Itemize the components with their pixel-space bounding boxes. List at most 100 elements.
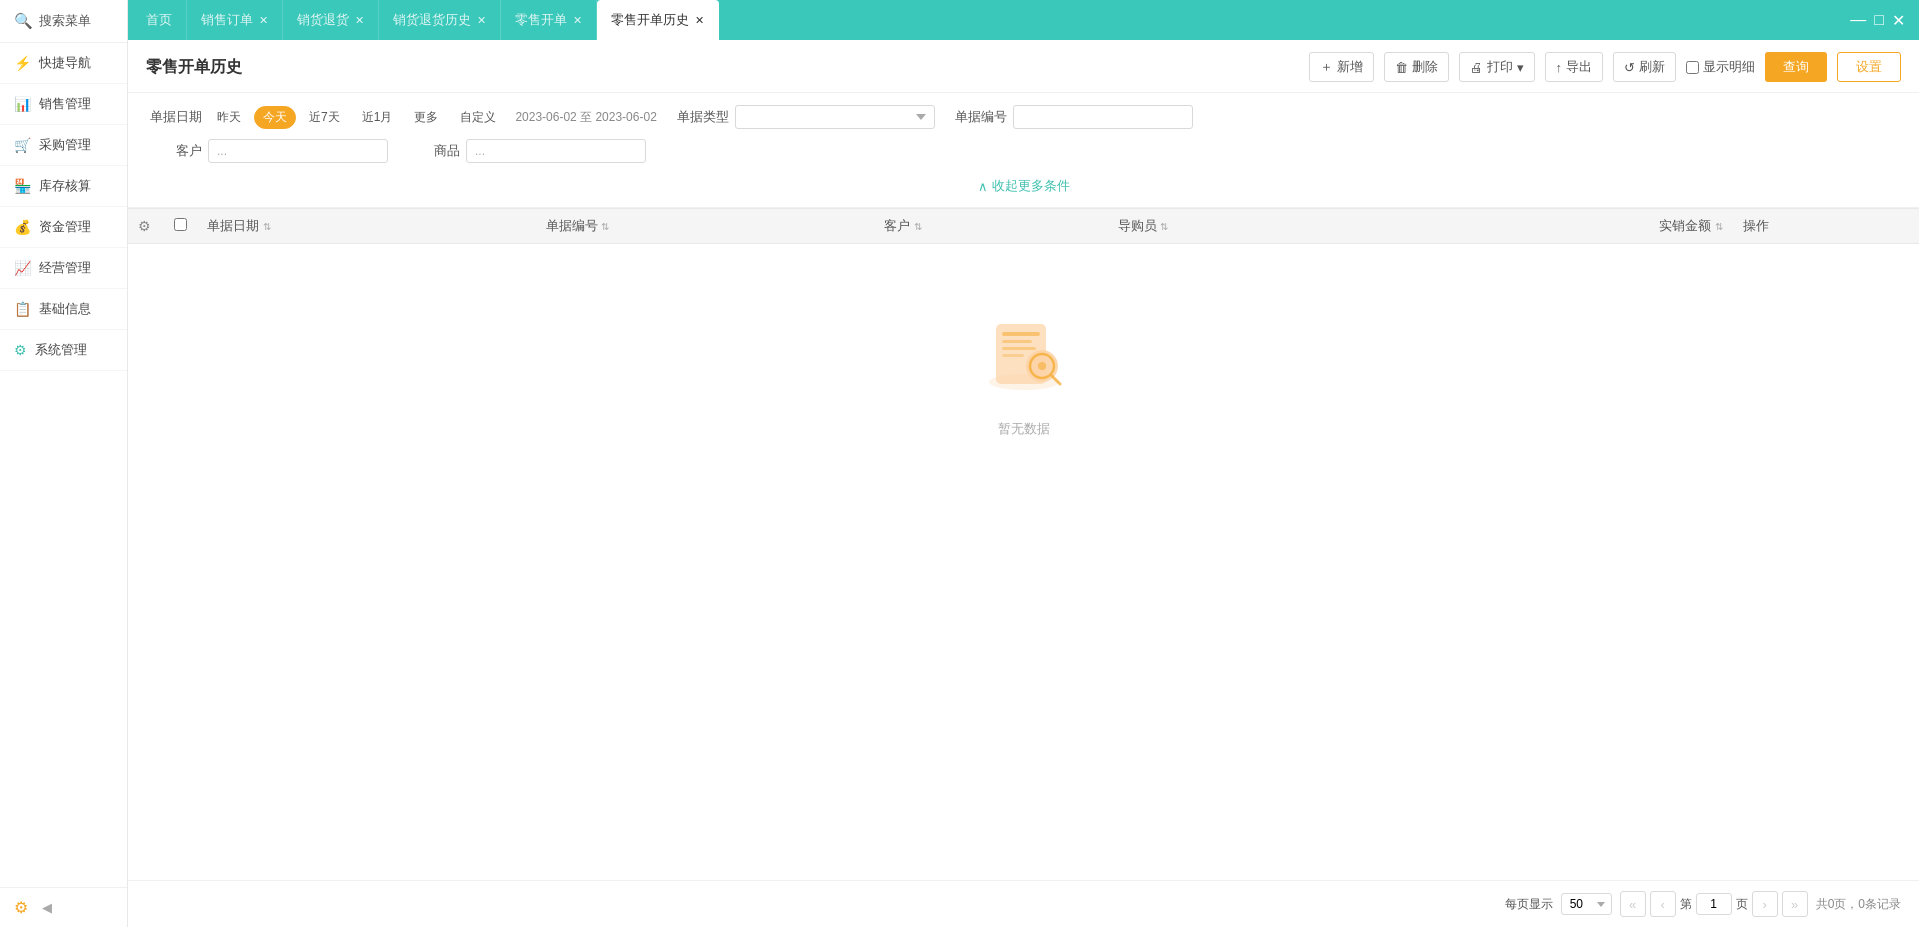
window-close-icon[interactable]: ✕ xyxy=(1892,11,1905,30)
tabs-bar: 首页 销售订单 ✕ 销货退货 ✕ 销货退货历史 ✕ 零售开单 ✕ 零售开单历史 … xyxy=(128,0,1919,40)
last-page-icon: » xyxy=(1791,897,1798,912)
empty-icon xyxy=(974,304,1074,404)
new-button[interactable]: ＋ 新增 xyxy=(1309,52,1374,82)
per-page-select[interactable]: 50 20 100 200 xyxy=(1561,893,1612,915)
th-action-label: 操作 xyxy=(1743,218,1769,233)
main-area: 首页 销售订单 ✕ 销货退货 ✕ 销货退货历史 ✕ 零售开单 ✕ 零售开单历史 … xyxy=(128,0,1919,927)
zijin-icon: 💰 xyxy=(14,219,31,235)
sidebar-item-label: 采购管理 xyxy=(39,136,91,154)
type-filter-field: 单据类型 xyxy=(673,105,935,129)
empty-state: 暂无数据 xyxy=(128,244,1919,478)
next-page-button[interactable]: › xyxy=(1752,891,1778,917)
filter-row-2: 客户 ... 商品 ... xyxy=(146,139,1901,163)
display-detail-checkbox[interactable] xyxy=(1686,61,1699,74)
refresh-button[interactable]: ↺ 刷新 xyxy=(1613,52,1676,82)
tab-retail-open-history-close[interactable]: ✕ xyxy=(695,14,704,27)
tab-sales-return[interactable]: 销货退货 ✕ xyxy=(283,0,379,40)
sidebar-item-xiaoshou[interactable]: 📊 销售管理 xyxy=(0,84,127,125)
th-action: 操作 xyxy=(1733,209,1919,244)
tab-sales-order[interactable]: 销售订单 ✕ xyxy=(187,0,283,40)
tab-sales-order-close[interactable]: ✕ xyxy=(259,14,268,27)
sidebar-item-jichu[interactable]: 📋 基础信息 xyxy=(0,289,127,330)
tab-sales-return-history-label: 销货退货历史 xyxy=(393,11,471,29)
tab-sales-return-close[interactable]: ✕ xyxy=(355,14,364,27)
sidebar: 🔍 搜索菜单 ⚡ 快捷导航 📊 销售管理 🛒 采购管理 🏪 库存核算 💰 资金管… xyxy=(0,0,128,927)
last-page-button[interactable]: » xyxy=(1782,891,1808,917)
goods-filter-more[interactable]: ... xyxy=(466,139,646,163)
date-btn-custom[interactable]: 自定义 xyxy=(451,106,505,129)
th-amount[interactable]: 实销金额 xyxy=(1394,209,1733,244)
xitong-icon: ⚙ xyxy=(14,342,27,358)
svg-point-9 xyxy=(1038,362,1046,370)
first-page-icon: « xyxy=(1629,897,1636,912)
display-detail-label: 显示明细 xyxy=(1703,58,1755,76)
sidebar-item-label: 资金管理 xyxy=(39,218,91,236)
customer-filter-more[interactable]: ... xyxy=(208,139,388,163)
tab-home[interactable]: 首页 xyxy=(132,0,187,40)
print-icon: 🖨 xyxy=(1470,60,1483,75)
sidebar-nav: ⚡ 快捷导航 📊 销售管理 🛒 采购管理 🏪 库存核算 💰 资金管理 📈 经营管… xyxy=(0,43,127,887)
sidebar-item-zijin[interactable]: 💰 资金管理 xyxy=(0,207,127,248)
sidebar-item-jingying[interactable]: 📈 经营管理 xyxy=(0,248,127,289)
column-settings-icon[interactable]: ⚙ xyxy=(138,218,151,234)
tab-sales-return-history-close[interactable]: ✕ xyxy=(477,14,486,27)
caigou-icon: 🛒 xyxy=(14,137,31,153)
tab-retail-open-close[interactable]: ✕ xyxy=(573,14,582,27)
collapse-button[interactable]: ∧ 收起更多条件 xyxy=(978,177,1070,195)
table-area: ⚙ 单据日期 单据编号 客户 xyxy=(128,208,1919,880)
select-all-checkbox[interactable] xyxy=(174,218,187,231)
kuaijie-icon: ⚡ xyxy=(14,55,31,71)
delete-button[interactable]: 🗑 删除 xyxy=(1384,52,1449,82)
prev-page-button[interactable]: ‹ xyxy=(1650,891,1676,917)
page-input[interactable] xyxy=(1696,893,1732,915)
date-filter-field: 单据日期 昨天 今天 近7天 近1月 更多 自定义 2023-06-02 至 2… xyxy=(146,106,657,129)
number-filter-input[interactable] xyxy=(1013,105,1193,129)
sidebar-item-kucun[interactable]: 🏪 库存核算 xyxy=(0,166,127,207)
type-filter-select[interactable] xyxy=(735,105,935,129)
tab-retail-open-history-label: 零售开单历史 xyxy=(611,11,689,29)
query-button[interactable]: 查询 xyxy=(1765,52,1827,82)
sidebar-item-xitong[interactable]: ⚙ 系统管理 xyxy=(0,330,127,371)
display-detail-checkbox-label[interactable]: 显示明细 xyxy=(1686,58,1755,76)
th-salesperson[interactable]: 导购员 xyxy=(1108,209,1394,244)
th-salesperson-label: 导购员 xyxy=(1118,218,1157,233)
print-button[interactable]: 🖨 打印 ▾ xyxy=(1459,52,1535,82)
sidebar-search[interactable]: 🔍 搜索菜单 xyxy=(0,0,127,43)
sidebar-item-label: 销售管理 xyxy=(39,95,91,113)
export-icon: ↑ xyxy=(1556,60,1563,75)
date-btn-yesterday[interactable]: 昨天 xyxy=(208,106,250,129)
customer-filter-field: 客户 ... xyxy=(146,139,388,163)
filter-row-1: 单据日期 昨天 今天 近7天 近1月 更多 自定义 2023-06-02 至 2… xyxy=(146,105,1901,129)
sidebar-item-caigou[interactable]: 🛒 采购管理 xyxy=(0,125,127,166)
settings-button[interactable]: 设置 xyxy=(1837,52,1901,82)
tabs-right-controls: — □ ✕ xyxy=(1850,11,1915,30)
date-btn-more[interactable]: 更多 xyxy=(405,106,447,129)
date-btn-1month[interactable]: 近1月 xyxy=(353,106,402,129)
window-maximize-icon[interactable]: □ xyxy=(1874,11,1884,29)
tab-sales-return-label: 销货退货 xyxy=(297,11,349,29)
type-filter-label: 单据类型 xyxy=(673,108,729,126)
window-minimize-icon[interactable]: — xyxy=(1850,11,1866,29)
tab-retail-open[interactable]: 零售开单 ✕ xyxy=(501,0,597,40)
page-header: 零售开单历史 ＋ 新增 🗑 删除 🖨 打印 ▾ ↑ 导出 xyxy=(128,40,1919,93)
jingying-icon: 📈 xyxy=(14,260,31,276)
date-range-display: 2023-06-02 至 2023-06-02 xyxy=(515,109,656,126)
footer-settings-icon[interactable]: ⚙ xyxy=(14,898,28,917)
date-btn-today[interactable]: 今天 xyxy=(254,106,296,129)
th-date[interactable]: 单据日期 xyxy=(197,209,536,244)
print-label: 打印 xyxy=(1487,58,1513,76)
next-page-icon: › xyxy=(1762,897,1766,912)
print-arrow-icon: ▾ xyxy=(1517,60,1524,75)
page-label-unit: 页 xyxy=(1736,896,1748,913)
first-page-button[interactable]: « xyxy=(1620,891,1646,917)
th-settings: ⚙ xyxy=(128,209,164,244)
th-number[interactable]: 单据编号 xyxy=(536,209,875,244)
toolbar: ＋ 新增 🗑 删除 🖨 打印 ▾ ↑ 导出 ↺ 刷新 xyxy=(1309,52,1902,82)
tab-sales-return-history[interactable]: 销货退货历史 ✕ xyxy=(379,0,501,40)
sidebar-item-kuaijie[interactable]: ⚡ 快捷导航 xyxy=(0,43,127,84)
th-customer[interactable]: 客户 xyxy=(874,209,1107,244)
tab-retail-open-history[interactable]: 零售开单历史 ✕ xyxy=(597,0,719,40)
date-btn-7days[interactable]: 近7天 xyxy=(300,106,349,129)
export-button[interactable]: ↑ 导出 xyxy=(1545,52,1604,82)
footer-collapse-icon[interactable]: ◀ xyxy=(42,900,52,915)
